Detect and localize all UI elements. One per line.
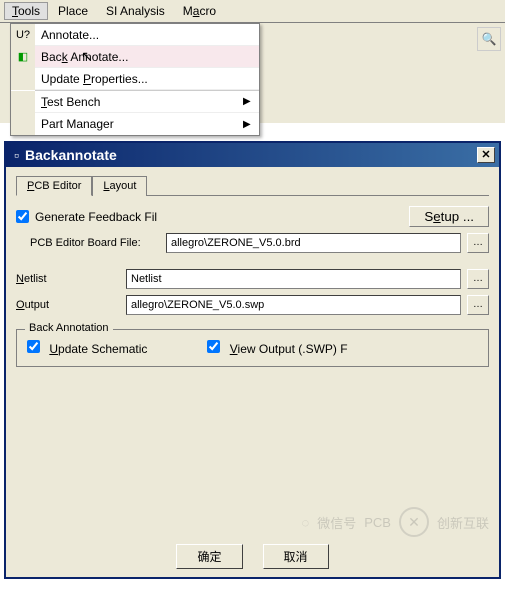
watermark-logo-icon: ✕ bbox=[399, 507, 429, 537]
menu-item-test-bench[interactable]: Test BenchTest Bench ▶ bbox=[11, 91, 259, 113]
dialog-buttons: 确定 取消 bbox=[6, 544, 499, 569]
dialog-body: PCB EditorPCB Editor LayoutLayout Genera… bbox=[6, 167, 499, 577]
blank-icon bbox=[11, 91, 35, 113]
menu-item-back-annotate[interactable]: ◧ Back Annotate...Back Annotate... ↖ bbox=[11, 46, 259, 68]
menu-place[interactable]: Place bbox=[50, 2, 96, 20]
cancel-button[interactable]: 取消 bbox=[263, 544, 329, 569]
part-manager-label: Part Manager bbox=[35, 117, 243, 131]
output-browse-button[interactable]: … bbox=[467, 295, 489, 315]
output-label: OutputOutput bbox=[16, 299, 126, 311]
annotate-label: Annotate... bbox=[35, 28, 259, 42]
blank-icon bbox=[11, 113, 35, 135]
generate-feedback-label: Generate Feedback Fil bbox=[35, 210, 157, 224]
menu-si-analysis[interactable]: SI Analysis bbox=[98, 2, 173, 20]
ok-button[interactable]: 确定 bbox=[176, 544, 242, 569]
dialog-title: Backannotate bbox=[25, 147, 117, 163]
view-output-option[interactable]: View Output (.SWP) FView Output (.SWP) F bbox=[207, 340, 347, 356]
watermark-wechat-icon: ◌ bbox=[302, 515, 310, 530]
update-schematic-option[interactable]: Update SchematicUpdate Schematic bbox=[27, 340, 147, 356]
dialog-tabs: PCB EditorPCB Editor LayoutLayout bbox=[16, 175, 489, 196]
back-annotation-group: Back Annotation Update SchematicUpdate S… bbox=[16, 329, 489, 367]
menu-item-part-manager[interactable]: Part Manager ▶ bbox=[11, 113, 259, 135]
watermark-pcb: PCB bbox=[364, 515, 391, 530]
setup-button[interactable]: Setup ...Setup ... bbox=[409, 206, 489, 227]
menu-item-update-properties[interactable]: Update Properties...Update Properties... bbox=[11, 68, 259, 90]
annotate-icon: U? bbox=[11, 24, 35, 46]
backannotate-dialog: ▫ Backannotate ✕ PCB EditorPCB Editor La… bbox=[4, 141, 501, 579]
tools-dropdown: U? Annotate... ◧ Back Annotate...Back An… bbox=[10, 23, 260, 136]
output-input[interactable] bbox=[126, 295, 461, 315]
dialog-icon: ▫ bbox=[14, 147, 19, 163]
dialog-titlebar: ▫ Backannotate ✕ bbox=[6, 143, 499, 167]
netlist-input[interactable] bbox=[126, 269, 461, 289]
board-file-label: PCB Editor Board File: bbox=[30, 237, 160, 249]
watermark: ◌ 微信号 PCB ✕ 创新互联 bbox=[302, 507, 490, 537]
blank-icon bbox=[11, 68, 35, 90]
menubar: TToolsools Place SI Analysis MacroMacro bbox=[0, 0, 505, 23]
submenu-arrow-icon: ▶ bbox=[243, 96, 259, 107]
view-output-checkbox[interactable] bbox=[207, 340, 220, 353]
board-file-browse-button[interactable]: … bbox=[467, 233, 489, 253]
close-button[interactable]: ✕ bbox=[477, 147, 495, 163]
update-schematic-checkbox[interactable] bbox=[27, 340, 40, 353]
back-annotation-group-title: Back Annotation bbox=[25, 322, 113, 334]
menu-item-annotate[interactable]: U? Annotate... bbox=[11, 24, 259, 46]
submenu-arrow-icon: ▶ bbox=[243, 119, 259, 130]
generate-feedback-checkbox[interactable] bbox=[16, 210, 29, 223]
back-annotate-label: Back Annotate...Back Annotate... bbox=[35, 50, 259, 64]
tab-pcb-editor[interactable]: PCB EditorPCB Editor bbox=[16, 176, 92, 196]
board-file-input[interactable] bbox=[166, 233, 461, 253]
back-annotate-icon: ◧ bbox=[11, 46, 35, 68]
watermark-brand: 创新互联 bbox=[437, 513, 489, 532]
netlist-label: NetlistNetlist bbox=[16, 273, 126, 285]
watermark-wechat: 微信号 bbox=[317, 513, 356, 532]
netlist-browse-button[interactable]: … bbox=[467, 269, 489, 289]
test-bench-label: Test BenchTest Bench bbox=[35, 95, 243, 109]
dropdown-area: U? Annotate... ◧ Back Annotate...Back An… bbox=[0, 23, 505, 123]
toolbar-magnifier-icon[interactable]: 🔍 bbox=[477, 27, 501, 51]
update-props-label: Update Properties...Update Properties... bbox=[35, 72, 259, 86]
menu-macro[interactable]: MacroMacro bbox=[175, 2, 224, 20]
menu-tools[interactable]: TToolsools bbox=[4, 2, 48, 20]
tab-layout[interactable]: LayoutLayout bbox=[92, 176, 147, 196]
